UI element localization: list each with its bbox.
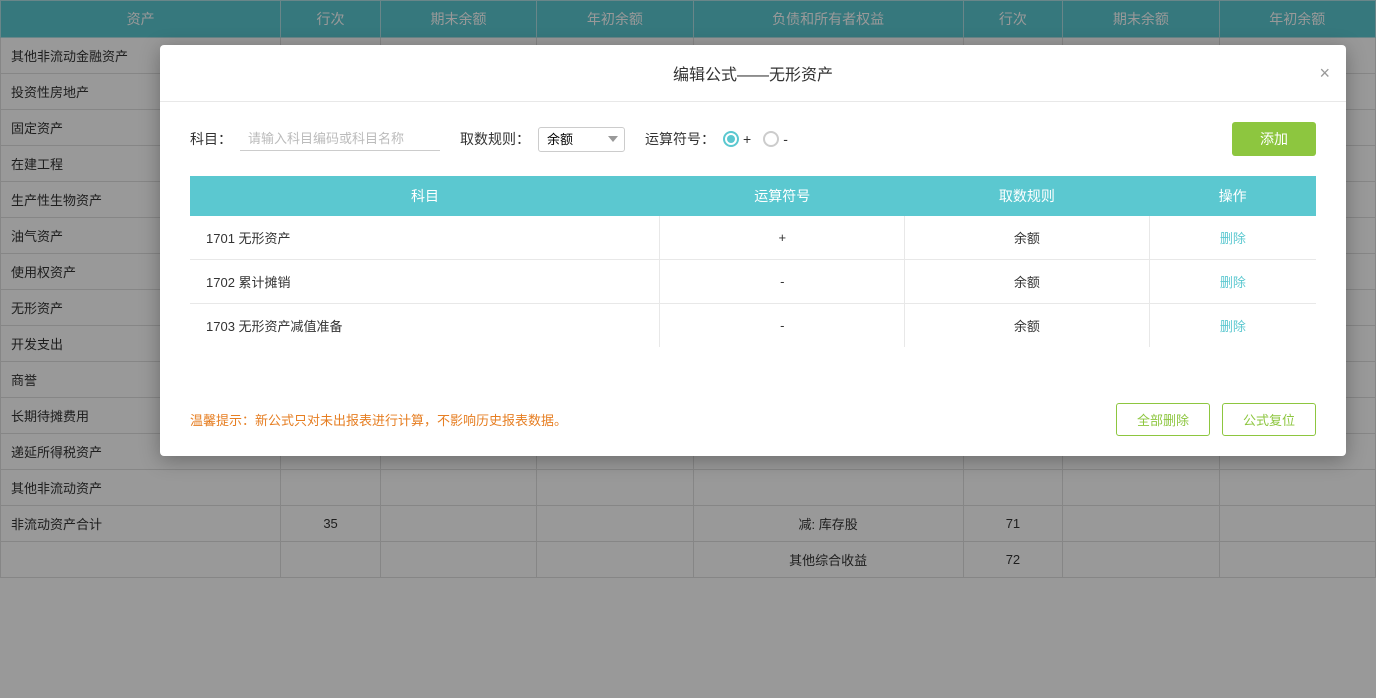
cell-operator: - — [660, 260, 905, 304]
cell-operator: - — [660, 304, 905, 348]
rule-group: 取数规则： 余额 借方 贷方 借方累计 贷方累计 — [460, 127, 625, 152]
th-subject: 科目 — [190, 176, 660, 216]
cell-rule: 余额 — [905, 304, 1150, 348]
formula-table: 科目 运算符号 取数规则 操作 1701 无形资产+余额删除1702 累计摊销-… — [190, 176, 1316, 347]
hint-text: 温馨提示：新公式只对未出报表进行计算，不影响历史报表数据。 — [190, 410, 567, 429]
rule-select[interactable]: 余额 借方 贷方 借方累计 贷方累计 — [538, 127, 625, 152]
cell-action: 删除 — [1149, 304, 1316, 348]
cell-action: 删除 — [1149, 260, 1316, 304]
subject-label: 科目： — [190, 129, 232, 149]
rule-select-wrapper: 余额 借方 贷方 借方累计 贷方累计 — [538, 127, 625, 152]
table-row: 1702 累计摊销-余额 删除 — [190, 260, 1316, 304]
radio-group: + - — [723, 131, 788, 147]
th-rule: 取数规则 — [905, 176, 1150, 216]
modal-title: 编辑公式——无形资产 — [673, 61, 833, 85]
th-operator: 运算符号 — [660, 176, 905, 216]
radio-plus[interactable]: + — [723, 131, 751, 147]
cell-subject: 1702 累计摊销 — [190, 260, 660, 304]
add-button[interactable]: 添加 — [1232, 122, 1316, 156]
modal-footer: 温馨提示：新公式只对未出报表进行计算，不影响历史报表数据。 全部删除 公式复位 — [160, 387, 1346, 456]
radio-minus-circle — [763, 131, 779, 147]
modal-body: 科目： 取数规则： 余额 借方 贷方 借方累计 贷方累计 运算符号： — [160, 102, 1346, 387]
delete-link[interactable]: 删除 — [1220, 319, 1246, 334]
table-row: 1703 无形资产减值准备-余额 删除 — [190, 304, 1316, 348]
cell-subject: 1701 无形资产 — [190, 216, 660, 260]
radio-minus[interactable]: - — [763, 131, 788, 147]
cell-rule: 余额 — [905, 216, 1150, 260]
radio-plus-circle — [723, 131, 739, 147]
reset-formula-button[interactable]: 公式复位 — [1222, 403, 1316, 436]
close-button[interactable]: × — [1319, 64, 1330, 82]
cell-operator: + — [660, 216, 905, 260]
modal-header: 编辑公式——无形资产 × — [160, 45, 1346, 102]
cell-action: 删除 — [1149, 216, 1316, 260]
cell-subject: 1703 无形资产减值准备 — [190, 304, 660, 348]
modal-dialog: 编辑公式——无形资产 × 科目： 取数规则： 余额 借方 贷方 借方累计 贷方累… — [160, 45, 1346, 456]
operator-group: 运算符号： + - — [645, 129, 788, 149]
delete-link[interactable]: 删除 — [1220, 231, 1246, 246]
subject-group: 科目： — [190, 127, 440, 151]
table-row: 1701 无形资产+余额 删除 — [190, 216, 1316, 260]
delete-all-button[interactable]: 全部删除 — [1116, 403, 1210, 436]
footer-buttons: 全部删除 公式复位 — [1116, 403, 1316, 436]
subject-input[interactable] — [240, 127, 440, 151]
radio-plus-label: + — [743, 131, 751, 147]
th-action: 操作 — [1149, 176, 1316, 216]
rule-label: 取数规则： — [460, 129, 530, 149]
cell-rule: 余额 — [905, 260, 1150, 304]
delete-link[interactable]: 删除 — [1220, 275, 1246, 290]
radio-minus-label: - — [783, 131, 788, 147]
form-row: 科目： 取数规则： 余额 借方 贷方 借方累计 贷方累计 运算符号： — [190, 122, 1316, 156]
table-header-row: 科目 运算符号 取数规则 操作 — [190, 176, 1316, 216]
operator-label: 运算符号： — [645, 129, 715, 149]
